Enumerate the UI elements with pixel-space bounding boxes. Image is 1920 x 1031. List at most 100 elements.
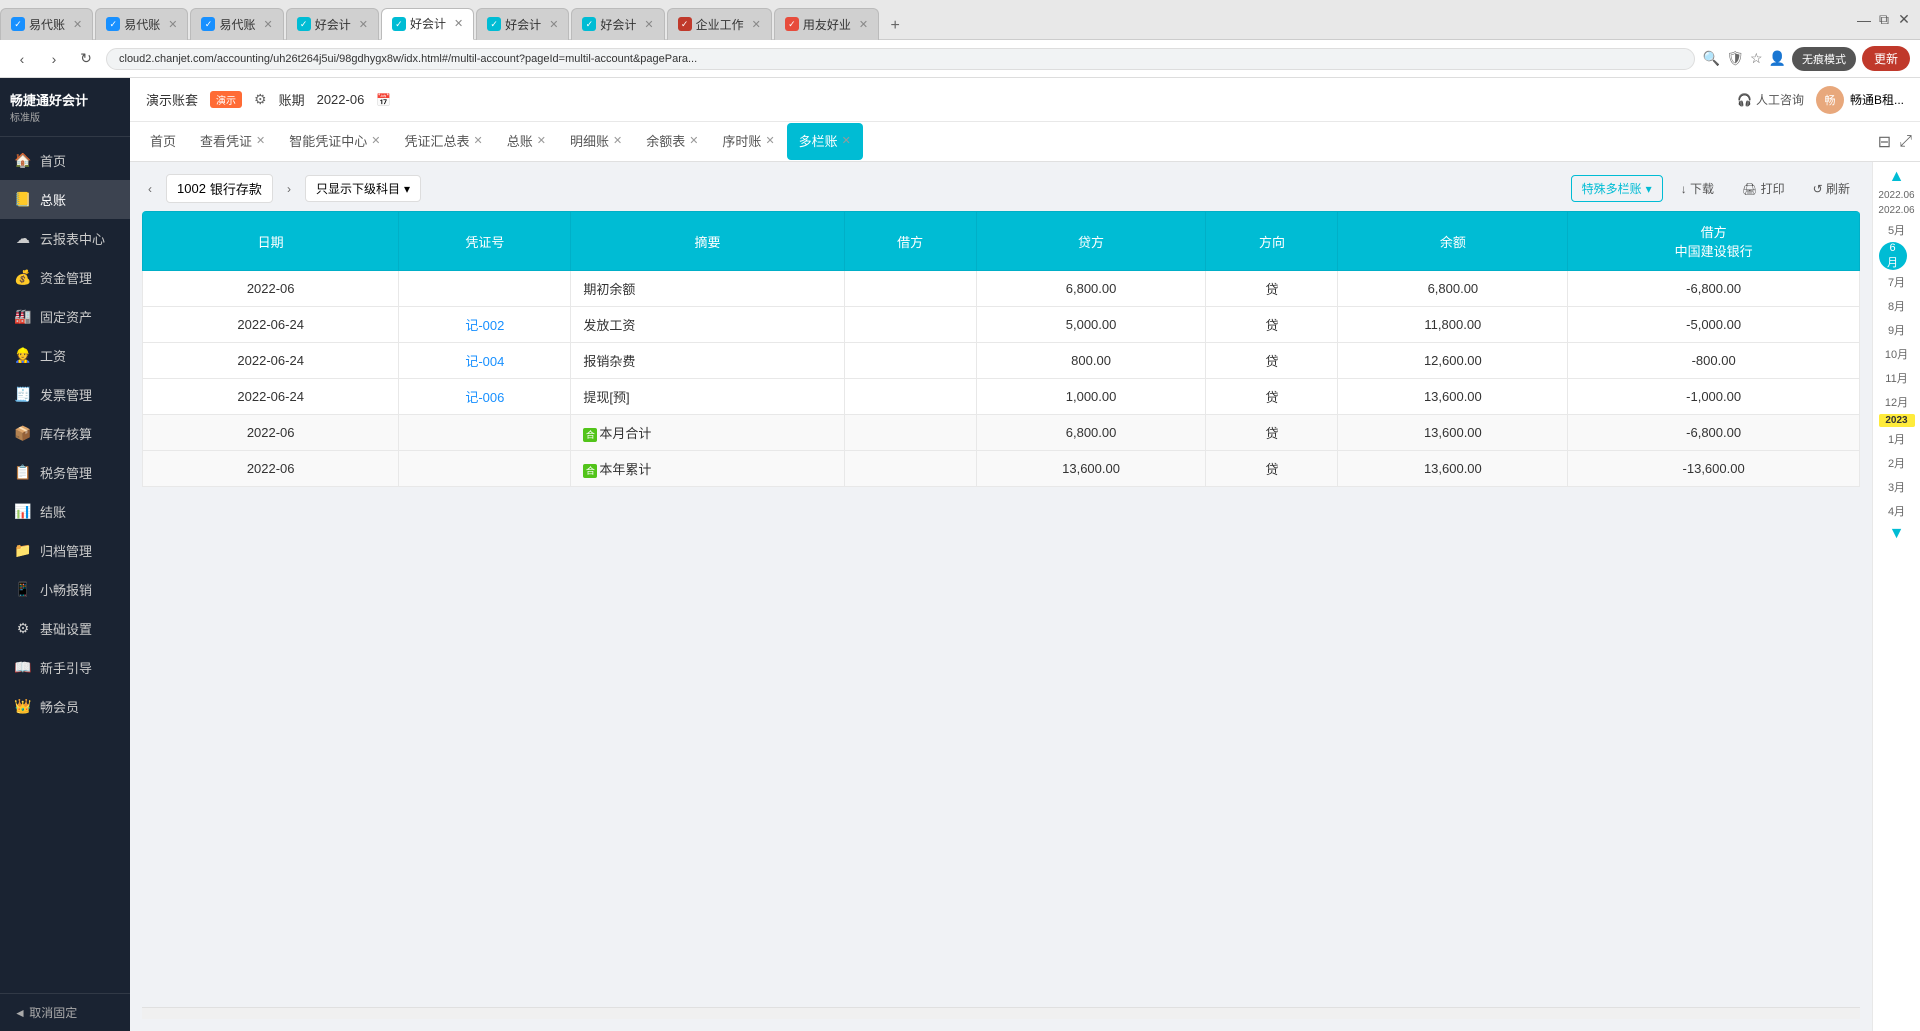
forward-btn[interactable]: › — [42, 47, 66, 71]
tab-close-8[interactable]: ✕ — [859, 18, 868, 31]
page-tab-close-7[interactable]: ✕ — [765, 134, 774, 147]
voucher-link-3[interactable]: 记-006 — [465, 390, 504, 405]
sidebar-item-首页[interactable]: 🏠首页 — [0, 141, 130, 180]
page-tab-序时账[interactable]: 序时账✕ — [710, 123, 786, 160]
next-account-btn[interactable]: › — [281, 180, 297, 198]
page-tab-close-6[interactable]: ✕ — [689, 134, 698, 147]
timeline-month-1月[interactable]: 1月 — [1879, 427, 1915, 451]
timeline-month-11月[interactable]: 11月 — [1879, 366, 1915, 390]
timeline-month-8月[interactable]: 8月 — [1879, 294, 1915, 318]
voucher-link-2[interactable]: 记-004 — [465, 354, 504, 369]
consult-btn[interactable]: 🎧 人工咨询 — [1737, 91, 1804, 108]
download-btn[interactable]: ↓ 下载 — [1671, 176, 1724, 201]
sidebar-item-资金管理[interactable]: 💰资金管理 — [0, 258, 130, 297]
page-tab-close-3[interactable]: ✕ — [474, 134, 483, 147]
cell-voucher-3[interactable]: 记-006 — [399, 379, 571, 415]
sidebar-item-税务管理[interactable]: 📋税务管理 — [0, 453, 130, 492]
timeline-month-2月[interactable]: 2月 — [1879, 451, 1915, 475]
search-icon[interactable]: 🔍 — [1703, 50, 1720, 67]
timeline-month-6月[interactable]: 6月 — [1879, 242, 1907, 270]
expand-panel-btn[interactable]: ⤢ — [1899, 133, 1912, 151]
refresh-btn[interactable]: ↻ — [74, 47, 98, 71]
sidebar-item-归档管理[interactable]: 📁归档管理 — [0, 531, 130, 570]
tab-close-5[interactable]: ✕ — [549, 18, 558, 31]
refresh-data-btn[interactable]: ↺ 刷新 — [1803, 176, 1860, 201]
timeline-month-9月[interactable]: 9月 — [1879, 318, 1915, 342]
browser-tab-4[interactable]: ✓好会计✕ — [381, 8, 474, 40]
sidebar-item-云报表中心[interactable]: ☁云报表中心 — [0, 219, 130, 258]
browser-tab-3[interactable]: ✓好会计✕ — [286, 8, 379, 40]
browser-tab-2[interactable]: ✓易代账✕ — [190, 8, 283, 40]
add-tab-btn[interactable]: + — [881, 12, 909, 40]
page-tab-close-8[interactable]: ✕ — [842, 134, 851, 147]
page-tab-首页[interactable]: 首页 — [138, 123, 188, 160]
user-info[interactable]: 畅 畅通B租... — [1816, 86, 1904, 114]
minimize-window-btn[interactable]: — — [1856, 12, 1872, 28]
browser-tab-6[interactable]: ✓好会计✕ — [571, 8, 664, 40]
sidebar-item-畅会员[interactable]: 👑畅会员 — [0, 687, 130, 726]
tab-close-1[interactable]: ✕ — [168, 18, 177, 31]
tab-close-4[interactable]: ✕ — [454, 17, 463, 30]
minimize-panel-btn[interactable]: ⊟ — [1878, 132, 1891, 152]
horizontal-scrollbar[interactable] — [142, 1007, 1860, 1019]
page-tab-close-5[interactable]: ✕ — [613, 134, 622, 147]
timeline-month-12月[interactable]: 12月 — [1879, 390, 1915, 414]
sidebar-item-总账[interactable]: 📒总账 — [0, 180, 130, 219]
filter-subcategory-btn[interactable]: 只显示下级科目 ▾ — [305, 175, 421, 202]
restore-window-btn[interactable]: ⧉ — [1876, 12, 1892, 28]
browser-tab-7[interactable]: ✓企业工作✕ — [667, 8, 772, 40]
page-tab-close-1[interactable]: ✕ — [256, 134, 265, 147]
page-tab-查看凭证[interactable]: 查看凭证✕ — [188, 123, 277, 160]
page-tab-智能凭证中心[interactable]: 智能凭证中心✕ — [277, 123, 392, 160]
page-tab-close-2[interactable]: ✕ — [371, 134, 380, 147]
no-trace-btn[interactable]: 无痕模式 — [1792, 47, 1856, 71]
cell-voucher-1[interactable]: 记-002 — [399, 307, 571, 343]
timeline-month-3月[interactable]: 3月 — [1879, 475, 1915, 499]
sidebar-unpin-btn[interactable]: ◄ 取消固定 — [0, 993, 130, 1031]
browser-tab-1[interactable]: ✓易代账✕ — [95, 8, 188, 40]
sidebar-item-结账[interactable]: 📊结账 — [0, 492, 130, 531]
timeline-month-7月[interactable]: 7月 — [1879, 270, 1915, 294]
sidebar-item-固定资产[interactable]: 🏭固定资产 — [0, 297, 130, 336]
tab-close-3[interactable]: ✕ — [359, 18, 368, 31]
timeline-up-btn[interactable]: ▲ — [1887, 166, 1907, 188]
voucher-link-1[interactable]: 记-002 — [465, 318, 504, 333]
cell-voucher-2[interactable]: 记-004 — [399, 343, 571, 379]
star-icon[interactable]: ☆ — [1750, 50, 1763, 67]
page-tab-多栏账[interactable]: 多栏账✕ — [787, 123, 863, 160]
timeline-month-2023[interactable]: 2023 — [1879, 414, 1915, 427]
page-tab-明细账[interactable]: 明细账✕ — [558, 123, 634, 160]
account-selector[interactable]: 1002 银行存款 — [166, 174, 273, 203]
page-tab-余额表[interactable]: 余额表✕ — [634, 123, 710, 160]
page-tab-close-4[interactable]: ✕ — [537, 134, 546, 147]
print-btn[interactable]: 🖨 打印 — [1732, 176, 1795, 201]
tab-close-6[interactable]: ✕ — [644, 18, 653, 31]
calendar-icon[interactable]: 📅 — [376, 93, 391, 107]
sidebar-item-工资[interactable]: 👷工资 — [0, 336, 130, 375]
browser-tab-5[interactable]: ✓好会计✕ — [476, 8, 569, 40]
update-btn[interactable]: 更新 — [1862, 46, 1910, 71]
close-window-btn[interactable]: ✕ — [1896, 12, 1912, 28]
tab-close-0[interactable]: ✕ — [73, 18, 82, 31]
sidebar-item-库存核算[interactable]: 📦库存核算 — [0, 414, 130, 453]
url-input[interactable]: cloud2.chanjet.com/accounting/uh26t264j5… — [106, 48, 1695, 70]
timeline-down-btn[interactable]: ▼ — [1887, 523, 1907, 545]
shield-icon[interactable]: 🛡 — [1726, 50, 1744, 67]
prev-account-btn[interactable]: ‹ — [142, 180, 158, 198]
browser-tab-8[interactable]: ✓用友好业✕ — [774, 8, 879, 40]
timeline-month-10月[interactable]: 10月 — [1879, 342, 1915, 366]
tab-close-2[interactable]: ✕ — [263, 18, 272, 31]
profile-icon[interactable]: 👤 — [1769, 50, 1786, 67]
timeline-month-5月[interactable]: 5月 — [1879, 218, 1915, 242]
back-btn[interactable]: ‹ — [10, 47, 34, 71]
page-tab-总账[interactable]: 总账✕ — [495, 123, 558, 160]
page-tab-凭证汇总表[interactable]: 凭证汇总表✕ — [392, 123, 494, 160]
timeline-month-4月[interactable]: 4月 — [1879, 499, 1915, 523]
multi-col-btn[interactable]: 特殊多栏账 ▾ — [1571, 175, 1663, 202]
sidebar-item-小畅报销[interactable]: 📱小畅报销 — [0, 570, 130, 609]
sidebar-item-新手引导[interactable]: 📖新手引导 — [0, 648, 130, 687]
tab-close-7[interactable]: ✕ — [752, 18, 761, 31]
sidebar-item-基础设置[interactable]: ⚙基础设置 — [0, 609, 130, 648]
settings-icon[interactable]: ⚙ — [254, 91, 267, 108]
browser-tab-0[interactable]: ✓易代账✕ — [0, 8, 93, 40]
